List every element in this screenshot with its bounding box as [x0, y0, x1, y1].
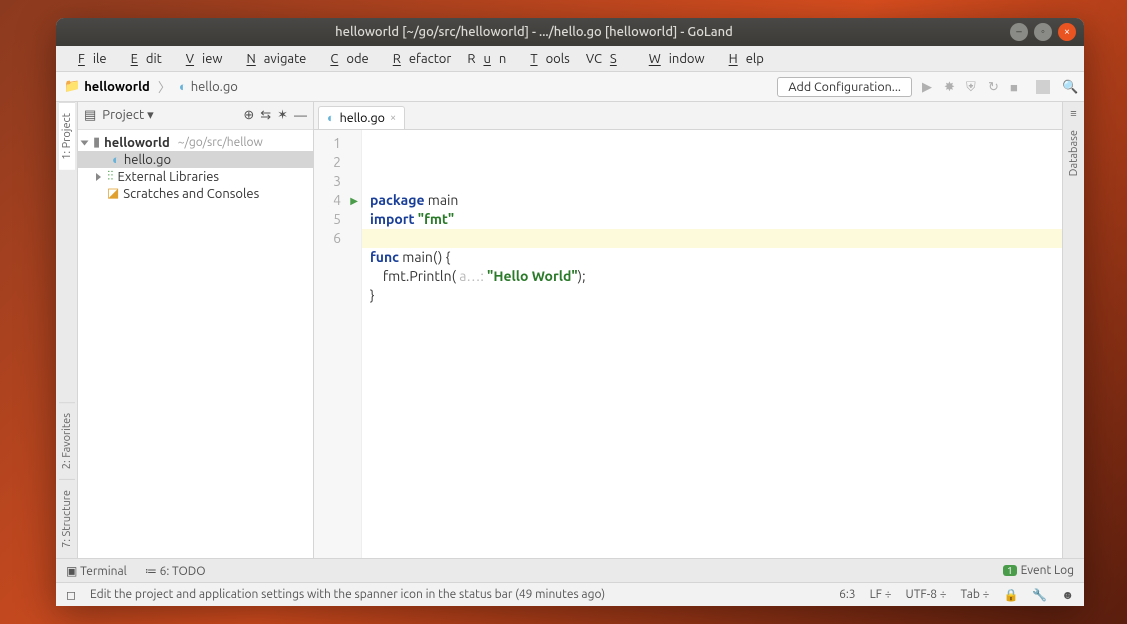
status-indent[interactable]: Tab ÷ — [961, 588, 990, 601]
bottom-eventlog[interactable]: 1Event Log — [1003, 564, 1074, 577]
tree-root[interactable]: ▮ helloworld ~/go/src/hellow — [78, 134, 313, 151]
menubar: File Edit View Navigate Code Refactor Ru… — [56, 46, 1084, 72]
breadcrumb-file: hello.go — [191, 80, 238, 94]
hide-icon[interactable]: — — [294, 109, 307, 123]
project-panel: ▤ Project ▾ ⊕ ⇆ ✶ — ▮ helloworld ~/go/sr… — [78, 102, 314, 558]
code-editor[interactable]: 1 2 3 4 5 6 ▶ package main import "fmt" … — [314, 130, 1062, 558]
expand-icon[interactable] — [96, 173, 101, 181]
menu-tools[interactable]: Tools — [514, 52, 578, 66]
minimize-button[interactable]: – — [1010, 23, 1028, 41]
settings-icon[interactable]: ✶ — [277, 108, 288, 123]
close-tab-icon[interactable]: × — [390, 112, 396, 124]
project-view-icon: ▤ — [84, 108, 96, 123]
folder-icon: 📁 — [64, 79, 80, 94]
menu-refactor[interactable]: Refactor — [377, 52, 460, 66]
menu-code[interactable]: Code — [314, 52, 376, 66]
folder-icon: ▮ — [93, 135, 100, 150]
rail-database[interactable]: Database — [1066, 120, 1082, 186]
tab-hello-go[interactable]: ◐ hello.go × — [318, 106, 405, 129]
close-button[interactable]: × — [1058, 23, 1076, 41]
coverage-icon[interactable]: ⛨ — [966, 80, 980, 94]
project-tree: ▮ helloworld ~/go/src/hellow ◐ hello.go … — [78, 130, 313, 206]
code-content[interactable]: package main import "fmt" func main() { … — [362, 130, 1062, 558]
breadcrumb-sep: 〉 — [158, 77, 171, 96]
library-icon: ⫶⫶ — [107, 169, 114, 184]
rail-favorites[interactable]: 2: Favorites — [59, 402, 75, 479]
titlebar[interactable]: helloworld [~/go/src/helloworld] - .../h… — [56, 18, 1084, 46]
project-panel-title[interactable]: Project ▾ — [102, 108, 237, 123]
debug-icon[interactable]: ✸ — [944, 80, 958, 94]
bottom-tool-rail: ▣ Terminal ≔ 6: TODO 1Event Log — [56, 558, 1084, 582]
navbar: 📁 helloworld 〉 ◐ hello.go Add Configurat… — [56, 72, 1084, 102]
run-gutter-icon[interactable]: ▶ — [350, 191, 358, 210]
rail-project[interactable]: 1: Project — [59, 102, 75, 170]
rail-structure[interactable]: 7: Structure — [59, 479, 75, 558]
status-line-ending[interactable]: LF ÷ — [870, 588, 892, 601]
lock-icon[interactable]: 🔒 — [1003, 588, 1018, 602]
profile-icon[interactable]: ↻ — [988, 80, 1002, 94]
expand-icon[interactable] — [81, 140, 89, 145]
run-icon[interactable]: ▶ — [922, 80, 936, 94]
collapse-icon[interactable]: ⇆ — [260, 108, 271, 123]
go-file-icon: ◐ — [327, 111, 335, 125]
menu-window[interactable]: Window — [633, 52, 713, 66]
db-icon[interactable]: ≡ — [1070, 102, 1076, 120]
menu-navigate[interactable]: Navigate — [230, 52, 314, 66]
editor-tabs: ◐ hello.go × — [314, 102, 1062, 130]
locate-icon[interactable]: ⊕ — [243, 108, 254, 123]
gutter: 1 2 3 4 5 6 ▶ — [314, 130, 362, 558]
run-toolbar: ▶ ✸ ⛨ ↻ ■ 🔍 — [922, 80, 1076, 94]
status-toggle-icon[interactable]: ◻ — [66, 588, 76, 602]
right-rail: ≡ Database — [1062, 102, 1084, 558]
tree-file-hello[interactable]: ◐ hello.go — [78, 151, 313, 168]
bottom-terminal[interactable]: ▣ Terminal — [66, 564, 127, 578]
menu-help[interactable]: Help — [713, 52, 772, 66]
add-configuration-button[interactable]: Add Configuration... — [777, 77, 912, 97]
menu-file[interactable]: File — [62, 52, 115, 66]
wrench-icon[interactable]: 🔧 — [1032, 588, 1047, 602]
bottom-todo[interactable]: ≔ 6: TODO — [145, 564, 206, 578]
status-tip: Edit the project and application setting… — [90, 588, 605, 601]
scratch-icon: ◪ — [107, 186, 119, 201]
project-panel-header: ▤ Project ▾ ⊕ ⇆ ✶ — — [78, 102, 313, 130]
status-encoding[interactable]: UTF-8 ÷ — [906, 588, 947, 601]
menu-run[interactable]: Run — [459, 52, 514, 66]
ide-window: helloworld [~/go/src/helloworld] - .../h… — [56, 18, 1084, 606]
menu-vcs[interactable]: VCS — [578, 52, 633, 66]
status-caret-pos[interactable]: 6:3 — [839, 588, 856, 601]
stop-icon[interactable]: ■ — [1010, 80, 1024, 94]
menu-edit[interactable]: Edit — [115, 52, 170, 66]
tree-external-libs[interactable]: ⫶⫶ External Libraries — [78, 168, 313, 185]
search-icon[interactable]: 🔍 — [1062, 80, 1076, 94]
left-rail: 1: Project 2: Favorites 7: Structure — [56, 102, 78, 558]
maximize-button[interactable]: ◦ — [1034, 23, 1052, 41]
person-icon[interactable]: ☻ — [1061, 588, 1074, 602]
window-title: helloworld [~/go/src/helloworld] - .../h… — [64, 25, 1004, 39]
statusbar: ◻ Edit the project and application setti… — [56, 582, 1084, 606]
editor-area: ◐ hello.go × 1 2 3 4 5 6 ▶ package main — [314, 102, 1062, 558]
tree-scratches[interactable]: ◪ Scratches and Consoles — [78, 185, 313, 202]
go-file-icon: ◐ — [112, 152, 120, 167]
breadcrumb-folder: helloworld — [84, 80, 150, 94]
menu-view[interactable]: View — [170, 52, 231, 66]
breadcrumb[interactable]: 📁 helloworld 〉 ◐ hello.go — [64, 77, 238, 96]
go-file-icon: ◐ — [179, 79, 187, 94]
